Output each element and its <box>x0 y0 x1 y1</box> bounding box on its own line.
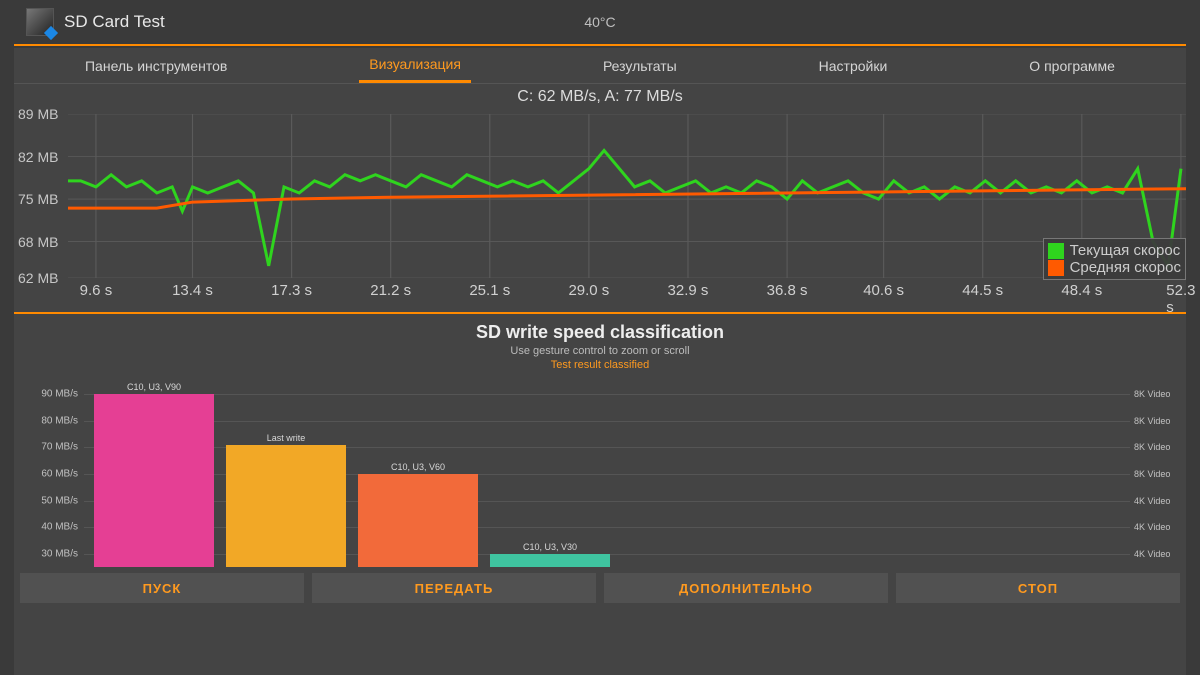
speed-xtick: 9.6 s <box>80 282 113 299</box>
classification-yaxis: 90 MB/s 80 MB/s 70 MB/s 60 MB/s 50 MB/s 40 MB… <box>14 381 84 567</box>
tab-about[interactable]: О программе <box>1019 50 1125 82</box>
speed-xtick: 52.3 s <box>1166 282 1195 316</box>
class-ytick: 30 MB/s <box>14 548 84 559</box>
chart-separator <box>14 312 1186 314</box>
speed-xtick: 25.1 s <box>469 282 510 299</box>
speed-xtick: 40.6 s <box>863 282 904 299</box>
classification-status: Test result classified <box>14 359 1186 371</box>
app-root: SD Card Test 40°C Панель инструментов Ви… <box>0 0 1200 675</box>
classification-plot: C10, U3, V90 Last write C10, U3, V60 C10, U… <box>84 381 1130 567</box>
temperature-label: 40°C <box>0 14 1200 30</box>
speed-xtick: 48.4 s <box>1061 282 1102 299</box>
classification-subtitle: Use gesture control to zoom or scroll <box>14 345 1186 357</box>
speed-chart-title: C: 62 MB/s, A: 77 MB/s <box>14 84 1186 108</box>
content: Панель инструментов Визуализация Результ… <box>14 48 1186 675</box>
class-right-label: 4K Video <box>1130 522 1186 532</box>
speed-ytick: 62 MB <box>14 270 68 286</box>
class-ytick: 50 MB/s <box>14 495 84 506</box>
class-bar-label: C10, U3, V90 <box>127 382 181 392</box>
tabs: Панель инструментов Визуализация Результ… <box>14 48 1186 84</box>
class-bar-label: C10, U3, V30 <box>523 542 577 552</box>
speed-xtick: 13.4 s <box>172 282 213 299</box>
classification-right-axis: 8K Video 8K Video 8K Video 8K Video 4K Video… <box>1130 381 1186 567</box>
top-separator <box>14 44 1186 46</box>
bottom-bar: ПУСК ПЕРЕДАТЬ ДОПОЛНИТЕЛЬНО СТОП <box>14 567 1186 611</box>
start-button[interactable]: ПУСК <box>20 573 304 603</box>
tab-toolbar[interactable]: Панель инструментов <box>75 50 237 82</box>
class-ytick: 80 MB/s <box>14 415 84 426</box>
class-right-label: 8K Video <box>1130 416 1186 426</box>
legend-swatch-current <box>1048 243 1064 259</box>
class-ytick: 40 MB/s <box>14 522 84 533</box>
class-right-label: 8K Video <box>1130 442 1186 452</box>
class-bar <box>226 445 346 567</box>
speed-xtick: 32.9 s <box>668 282 709 299</box>
speed-chart-panel: C: 62 MB/s, A: 77 MB/s 89 MB 82 MB 75 MB 68… <box>14 84 1186 314</box>
speed-ytick: 68 MB <box>14 234 68 250</box>
speed-chart-plot <box>68 114 1186 278</box>
stop-button[interactable]: СТОП <box>896 573 1180 603</box>
class-ytick: 60 MB/s <box>14 469 84 480</box>
classification-header: SD write speed classification Use gestur… <box>14 314 1186 371</box>
class-bar <box>94 394 214 567</box>
speed-ytick: 75 MB <box>14 191 68 207</box>
class-ytick: 70 MB/s <box>14 442 84 453</box>
speed-xtick: 17.3 s <box>271 282 312 299</box>
class-right-label: 4K Video <box>1130 549 1186 559</box>
topbar: SD Card Test 40°C <box>0 0 1200 44</box>
send-button[interactable]: ПЕРЕДАТЬ <box>312 573 596 603</box>
legend-average: Средняя скорос <box>1070 259 1181 276</box>
speed-ytick: 82 MB <box>14 149 68 165</box>
class-bar <box>490 554 610 567</box>
class-bar-label: Last write <box>267 433 306 443</box>
class-right-label: 8K Video <box>1130 389 1186 399</box>
speed-chart-yaxis: 89 MB82 MB75 MB68 MB62 MB <box>14 114 68 278</box>
speed-chart-xaxis: 9.6 s 13.4 s 17.3 s 21.2 s 25.1 s 29.0 s 32.9 … <box>68 282 1186 304</box>
class-bar <box>358 474 478 567</box>
speed-xtick: 21.2 s <box>370 282 411 299</box>
speed-xtick: 44.5 s <box>962 282 1003 299</box>
classification-title: SD write speed classification <box>14 322 1186 343</box>
speed-ytick: 89 MB <box>14 106 68 122</box>
class-right-label: 4K Video <box>1130 496 1186 506</box>
tab-results[interactable]: Результаты <box>593 50 687 82</box>
speed-xtick: 36.8 s <box>767 282 808 299</box>
tab-visualization[interactable]: Визуализация <box>359 48 471 83</box>
more-button[interactable]: ДОПОЛНИТЕЛЬНО <box>604 573 888 603</box>
class-bar-label: C10, U3, V60 <box>391 462 445 472</box>
class-ytick: 90 MB/s <box>14 389 84 400</box>
speed-chart[interactable]: 89 MB 82 MB 75 MB 68 MB 62 MB 9.6 s 13.4 s 17.… <box>14 108 1186 308</box>
speed-chart-legend: Текущая скорос Средняя скорос <box>1043 238 1186 280</box>
speed-xtick: 29.0 s <box>568 282 609 299</box>
legend-swatch-average <box>1048 260 1064 276</box>
classification-chart[interactable]: 90 MB/s 80 MB/s 70 MB/s 60 MB/s 50 MB/s 40 MB… <box>14 377 1186 567</box>
class-right-label: 8K Video <box>1130 469 1186 479</box>
tab-settings[interactable]: Настройки <box>809 50 898 82</box>
legend-current: Текущая скорос <box>1070 242 1181 259</box>
